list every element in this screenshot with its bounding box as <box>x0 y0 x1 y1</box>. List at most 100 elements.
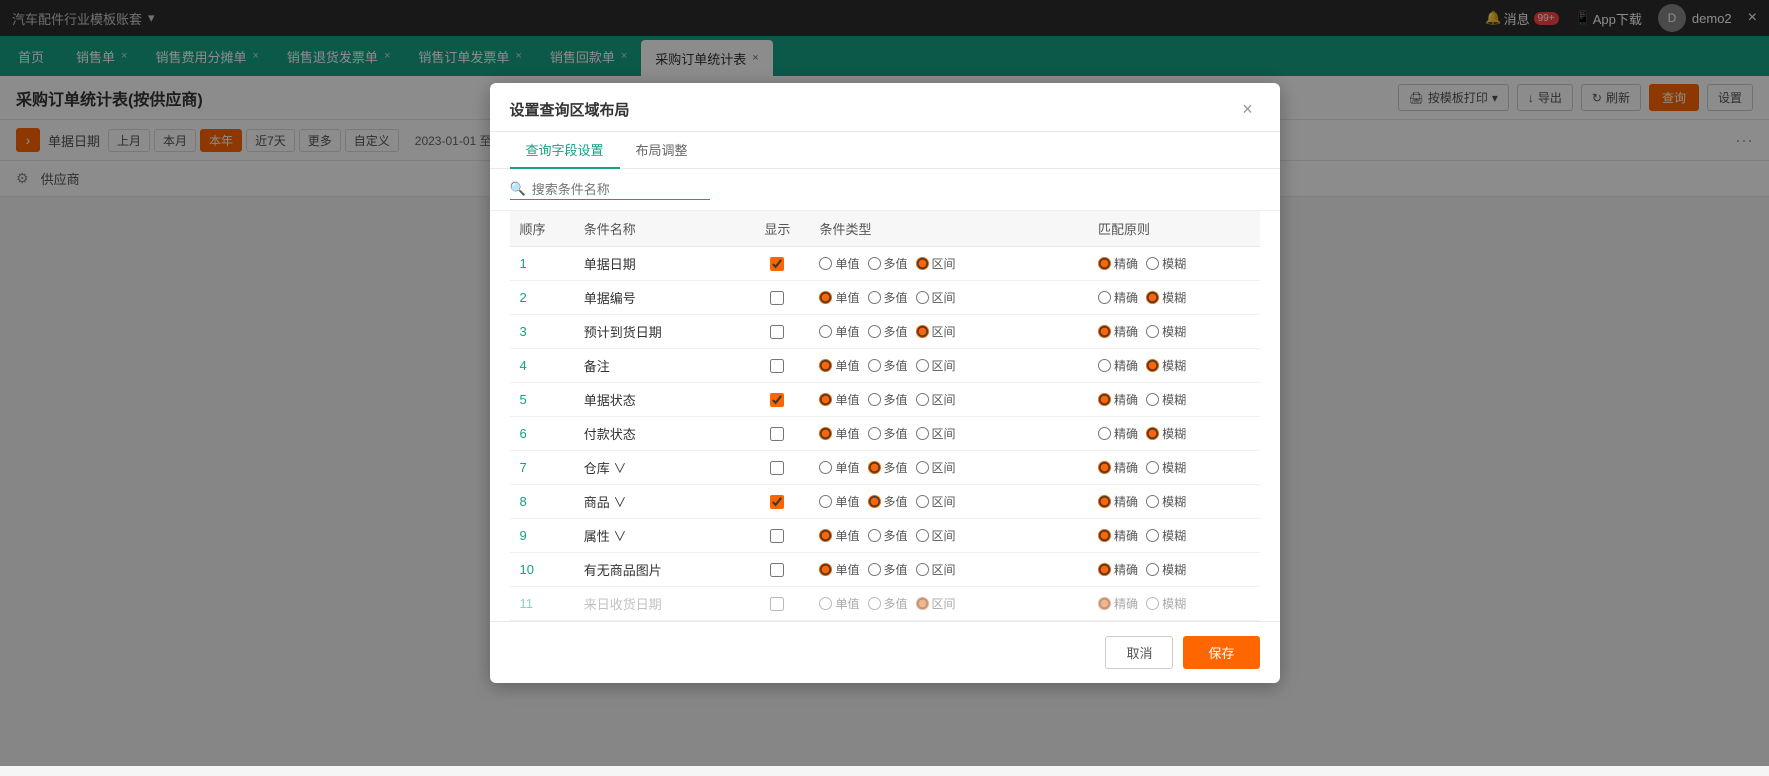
tab-layout[interactable]: 布局调整 <box>620 132 704 169</box>
match-radio[interactable] <box>1146 563 1159 576</box>
match-radio[interactable] <box>1146 529 1159 542</box>
type-option-单值[interactable]: 单值 <box>819 595 859 612</box>
type-radio[interactable] <box>916 461 929 474</box>
type-radio[interactable] <box>916 325 929 338</box>
match-option-模糊[interactable]: 模糊 <box>1146 493 1186 510</box>
display-checkbox[interactable] <box>770 291 784 305</box>
type-radio[interactable] <box>819 359 832 372</box>
match-radio[interactable] <box>1146 597 1159 610</box>
type-option-单值[interactable]: 单值 <box>819 289 859 306</box>
match-radio[interactable] <box>1098 325 1111 338</box>
match-option-精确[interactable]: 精确 <box>1098 323 1138 340</box>
match-radio[interactable] <box>1146 461 1159 474</box>
match-radio[interactable] <box>1098 257 1111 270</box>
match-radio[interactable] <box>1146 427 1159 440</box>
match-option-精确[interactable]: 精确 <box>1098 255 1138 272</box>
match-option-模糊[interactable]: 模糊 <box>1146 595 1186 612</box>
type-option-单值[interactable]: 单值 <box>819 561 859 578</box>
match-radio[interactable] <box>1146 325 1159 338</box>
match-radio[interactable] <box>1146 393 1159 406</box>
match-option-精确[interactable]: 精确 <box>1098 289 1138 306</box>
type-radio[interactable] <box>916 291 929 304</box>
type-option-多值[interactable]: 多值 <box>868 289 908 306</box>
type-option-多值[interactable]: 多值 <box>868 527 908 544</box>
type-radio[interactable] <box>819 461 832 474</box>
type-option-多值[interactable]: 多值 <box>868 425 908 442</box>
type-radio[interactable] <box>819 325 832 338</box>
type-radio[interactable] <box>819 257 832 270</box>
match-option-精确[interactable]: 精确 <box>1098 561 1138 578</box>
type-radio[interactable] <box>868 563 881 576</box>
type-option-区间[interactable]: 区间 <box>916 425 956 442</box>
type-option-多值[interactable]: 多值 <box>868 391 908 408</box>
match-option-精确[interactable]: 精确 <box>1098 595 1138 612</box>
match-option-精确[interactable]: 精确 <box>1098 391 1138 408</box>
match-option-模糊[interactable]: 模糊 <box>1146 459 1186 476</box>
match-option-模糊[interactable]: 模糊 <box>1146 357 1186 374</box>
match-radio[interactable] <box>1098 495 1111 508</box>
match-radio[interactable] <box>1098 563 1111 576</box>
type-option-单值[interactable]: 单值 <box>819 493 859 510</box>
match-option-模糊[interactable]: 模糊 <box>1146 289 1186 306</box>
type-option-单值[interactable]: 单值 <box>819 425 859 442</box>
match-radio[interactable] <box>1098 291 1111 304</box>
match-radio[interactable] <box>1098 597 1111 610</box>
match-radio[interactable] <box>1098 461 1111 474</box>
search-input[interactable] <box>532 182 710 197</box>
match-radio[interactable] <box>1098 427 1111 440</box>
type-radio[interactable] <box>916 393 929 406</box>
display-checkbox[interactable] <box>770 529 784 543</box>
type-option-多值[interactable]: 多值 <box>868 459 908 476</box>
type-option-单值[interactable]: 单值 <box>819 255 859 272</box>
type-radio[interactable] <box>868 393 881 406</box>
type-radio[interactable] <box>868 597 881 610</box>
type-radio[interactable] <box>916 563 929 576</box>
save-button[interactable]: 保存 <box>1183 636 1259 669</box>
match-radio[interactable] <box>1146 291 1159 304</box>
display-checkbox[interactable] <box>770 597 784 611</box>
type-option-区间[interactable]: 区间 <box>916 391 956 408</box>
type-radio[interactable] <box>916 427 929 440</box>
display-checkbox[interactable] <box>770 461 784 475</box>
type-option-区间[interactable]: 区间 <box>916 289 956 306</box>
type-option-多值[interactable]: 多值 <box>868 255 908 272</box>
type-radio[interactable] <box>819 393 832 406</box>
display-checkbox[interactable] <box>770 393 784 407</box>
display-checkbox[interactable] <box>770 563 784 577</box>
type-radio[interactable] <box>868 495 881 508</box>
match-radio[interactable] <box>1098 393 1111 406</box>
type-option-单值[interactable]: 单值 <box>819 357 859 374</box>
display-checkbox[interactable] <box>770 325 784 339</box>
type-radio[interactable] <box>916 529 929 542</box>
type-option-区间[interactable]: 区间 <box>916 255 956 272</box>
type-option-区间[interactable]: 区间 <box>916 357 956 374</box>
type-option-多值[interactable]: 多值 <box>868 493 908 510</box>
match-option-精确[interactable]: 精确 <box>1098 357 1138 374</box>
type-radio[interactable] <box>916 597 929 610</box>
type-radio[interactable] <box>819 529 832 542</box>
match-radio[interactable] <box>1146 495 1159 508</box>
type-option-单值[interactable]: 单值 <box>819 323 859 340</box>
display-checkbox[interactable] <box>770 359 784 373</box>
type-radio[interactable] <box>819 563 832 576</box>
type-radio[interactable] <box>868 427 881 440</box>
type-option-区间[interactable]: 区间 <box>916 527 956 544</box>
type-radio[interactable] <box>819 291 832 304</box>
type-radio[interactable] <box>868 325 881 338</box>
match-option-模糊[interactable]: 模糊 <box>1146 391 1186 408</box>
tab-query-fields[interactable]: 查询字段设置 <box>510 132 620 169</box>
match-option-模糊[interactable]: 模糊 <box>1146 425 1186 442</box>
type-option-单值[interactable]: 单值 <box>819 391 859 408</box>
type-option-区间[interactable]: 区间 <box>916 595 956 612</box>
match-option-模糊[interactable]: 模糊 <box>1146 255 1186 272</box>
display-checkbox[interactable] <box>770 427 784 441</box>
match-option-精确[interactable]: 精确 <box>1098 425 1138 442</box>
match-option-精确[interactable]: 精确 <box>1098 459 1138 476</box>
match-option-模糊[interactable]: 模糊 <box>1146 561 1186 578</box>
type-option-区间[interactable]: 区间 <box>916 323 956 340</box>
type-radio[interactable] <box>916 359 929 372</box>
match-radio[interactable] <box>1098 529 1111 542</box>
dialog-close-button[interactable]: × <box>1236 97 1260 121</box>
match-option-精确[interactable]: 精确 <box>1098 493 1138 510</box>
type-option-区间[interactable]: 区间 <box>916 459 956 476</box>
